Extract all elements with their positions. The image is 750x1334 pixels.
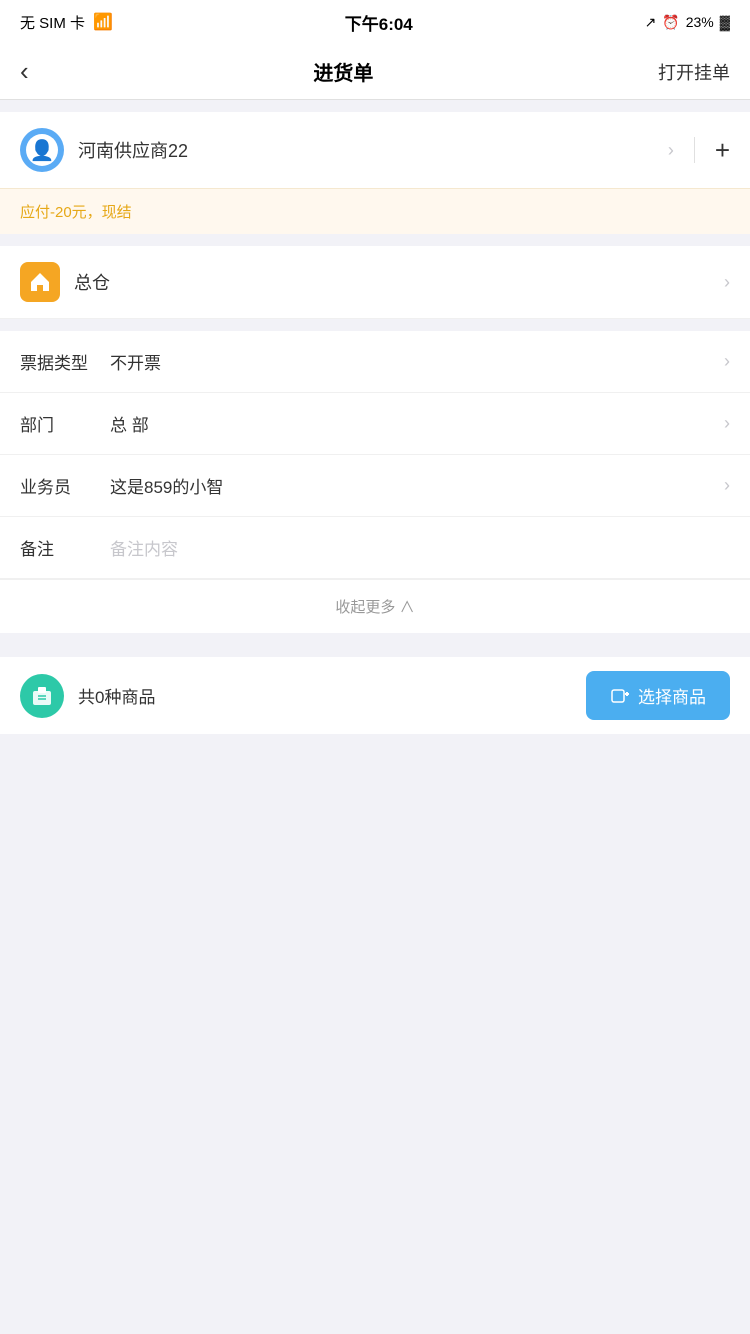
invoice-type-label: 票据类型 bbox=[20, 349, 110, 374]
notice-text: 应付-20元，现结 bbox=[20, 204, 132, 221]
product-count-label: 共0种商品 bbox=[78, 683, 586, 708]
salesperson-row[interactable]: 业务员 这是859的小智 › bbox=[0, 455, 750, 517]
status-right: ↗ ⏰ 23% ▓ bbox=[645, 14, 730, 31]
supplier-avatar: 👤 bbox=[20, 128, 64, 172]
warehouse-section: 总仓 › bbox=[0, 246, 750, 319]
supplier-name: 河南供应商22 bbox=[78, 137, 668, 163]
section-gap-4 bbox=[0, 633, 750, 645]
nav-bar: ‹ 进货单 打开挂单 bbox=[0, 44, 750, 100]
warehouse-icon bbox=[20, 262, 60, 302]
remark-label: 备注 bbox=[20, 535, 110, 560]
department-value: 总 部 bbox=[110, 411, 716, 436]
department-row[interactable]: 部门 总 部 › bbox=[0, 393, 750, 455]
invoice-chevron-icon: › bbox=[724, 351, 730, 372]
section-gap-1 bbox=[0, 100, 750, 112]
department-label: 部门 bbox=[20, 411, 110, 436]
add-supplier-button[interactable]: + bbox=[694, 137, 730, 163]
warehouse-chevron-icon: › bbox=[724, 272, 730, 293]
supplier-section: 👤 河南供应商22 › + 应付-20元，现结 bbox=[0, 112, 750, 234]
invoice-type-value: 不开票 bbox=[110, 349, 716, 374]
back-button[interactable]: ‹ bbox=[20, 56, 29, 87]
product-icon bbox=[20, 674, 64, 718]
bottom-section: 共0种商品 选择商品 bbox=[0, 657, 750, 734]
location-icon: ↗ bbox=[645, 14, 657, 31]
carrier-label: 无 SIM 卡 bbox=[20, 12, 85, 33]
page-background bbox=[0, 734, 750, 1034]
avatar-inner: 👤 bbox=[26, 134, 58, 166]
battery-label: 23% bbox=[686, 14, 714, 30]
collapse-label: 收起更多 ∧ bbox=[335, 596, 414, 617]
remark-row[interactable]: 备注 备注内容 bbox=[0, 517, 750, 579]
remark-input[interactable]: 备注内容 bbox=[110, 535, 730, 560]
section-gap-2 bbox=[0, 234, 750, 246]
salesperson-value: 这是859的小智 bbox=[110, 473, 716, 498]
person-icon: 👤 bbox=[30, 138, 55, 163]
notice-banner: 应付-20元，现结 bbox=[0, 188, 750, 234]
section-gap-3 bbox=[0, 319, 750, 331]
status-time: 下午6:04 bbox=[345, 10, 413, 35]
status-left: 无 SIM 卡 📶 bbox=[20, 12, 113, 33]
supplier-row[interactable]: 👤 河南供应商22 › + bbox=[0, 112, 750, 188]
select-product-button[interactable]: 选择商品 bbox=[586, 671, 730, 720]
status-bar: 无 SIM 卡 📶 下午6:04 ↗ ⏰ 23% ▓ bbox=[0, 0, 750, 44]
department-chevron-icon: › bbox=[724, 413, 730, 434]
salesperson-label: 业务员 bbox=[20, 473, 110, 498]
supplier-chevron-icon: › bbox=[668, 140, 674, 161]
salesperson-chevron-icon: › bbox=[724, 475, 730, 496]
collapse-row[interactable]: 收起更多 ∧ bbox=[0, 579, 750, 633]
battery-icon: ▓ bbox=[720, 14, 730, 30]
open-pending-button[interactable]: 打开挂单 bbox=[658, 59, 730, 85]
invoice-type-row[interactable]: 票据类型 不开票 › bbox=[0, 331, 750, 393]
wifi-icon: 📶 bbox=[93, 12, 113, 32]
form-section: 票据类型 不开票 › 部门 总 部 › 业务员 这是859的小智 › 备注 备注… bbox=[0, 331, 750, 633]
warehouse-row[interactable]: 总仓 › bbox=[0, 246, 750, 319]
alarm-icon: ⏰ bbox=[662, 14, 679, 31]
warehouse-name: 总仓 bbox=[74, 269, 724, 295]
page-title: 进货单 bbox=[313, 57, 373, 86]
select-product-label: 选择商品 bbox=[638, 683, 706, 708]
